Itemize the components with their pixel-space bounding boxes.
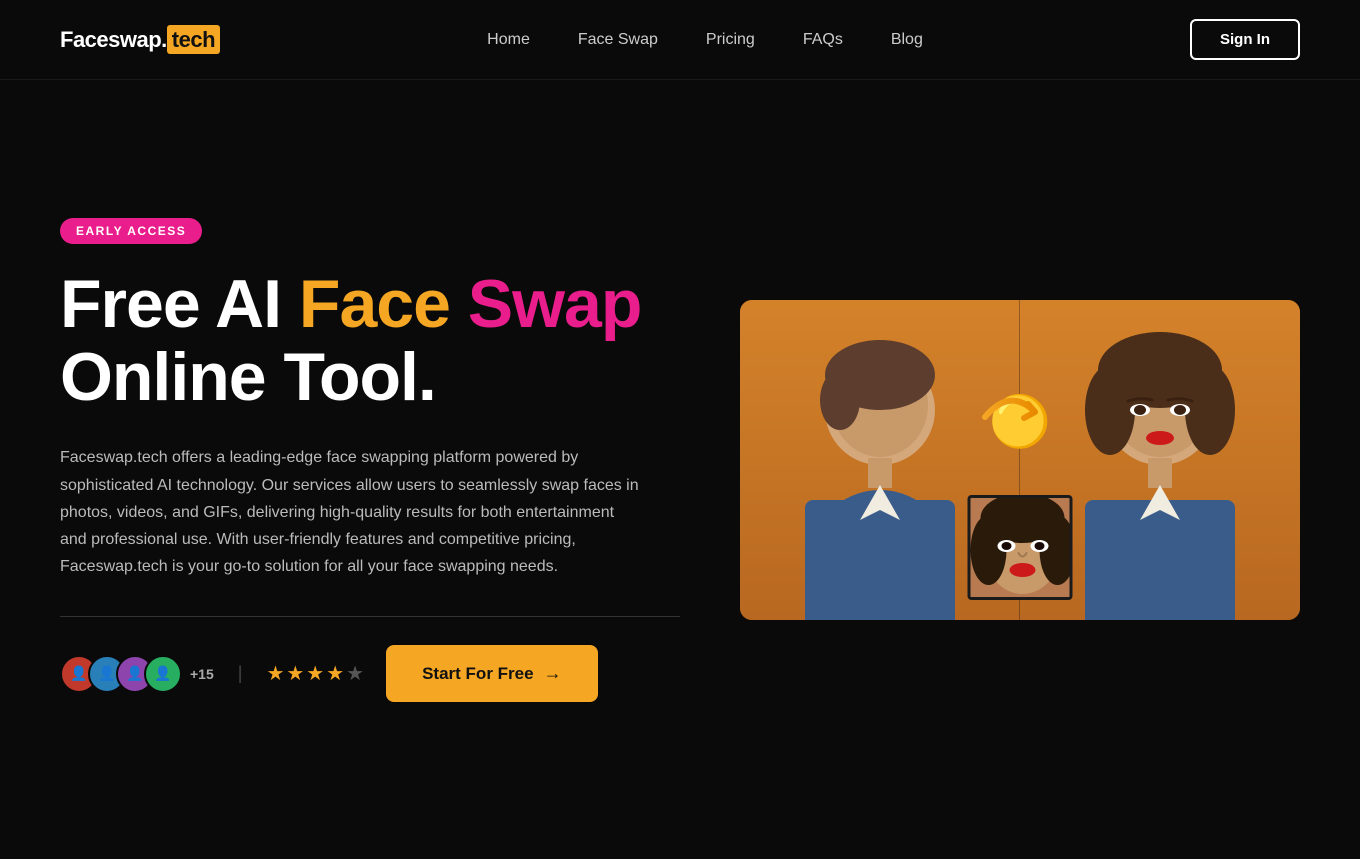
hero-title-face: Face <box>299 266 468 342</box>
cta-divider: | <box>238 663 243 684</box>
hero-title-part1: Free AI <box>60 266 299 342</box>
nav-home[interactable]: Home <box>487 31 530 48</box>
user-avatars: 👤 👤 👤 👤 +15 <box>60 655 214 693</box>
hero-image-area: 🟡 <box>720 300 1300 620</box>
user-count: +15 <box>190 666 214 682</box>
nav-faceswap[interactable]: Face Swap <box>578 31 658 48</box>
nav-pricing[interactable]: Pricing <box>706 31 755 48</box>
arrow-icon: → <box>544 663 562 684</box>
nav-links: Home Face Swap Pricing FAQs Blog <box>487 31 923 49</box>
hero-description: Faceswap.tech offers a leading-edge face… <box>60 444 640 580</box>
source-face-overlay <box>968 495 1073 600</box>
hero-title: Free AI Face Swap Online Tool. <box>60 268 680 415</box>
hero-content: EARLY ACCESS Free AI Face Swap Online To… <box>60 218 680 703</box>
start-free-button[interactable]: Start For Free → <box>386 645 597 702</box>
hero-title-line2: Online Tool. <box>60 339 436 415</box>
hero-section: EARLY ACCESS Free AI Face Swap Online To… <box>0 80 1360 840</box>
avatar-4: 👤 <box>144 655 182 693</box>
logo[interactable]: Faceswap.tech <box>60 27 220 53</box>
hero-cta-row: 👤 👤 👤 👤 +15 | ★★★★★ Start For Free → <box>60 645 680 702</box>
hero-title-swap: Swap <box>468 266 642 342</box>
star-rating: ★★★★★ <box>266 661 366 686</box>
hero-divider <box>60 616 680 617</box>
early-access-badge: EARLY ACCESS <box>60 218 202 244</box>
nav-faqs[interactable]: FAQs <box>803 31 843 48</box>
navbar: Faceswap.tech Home Face Swap Pricing FAQ… <box>0 0 1360 80</box>
signin-button[interactable]: Sign In <box>1190 19 1300 60</box>
logo-tech: tech <box>167 25 220 54</box>
faceswap-demo-image: 🟡 <box>740 300 1300 620</box>
nav-blog[interactable]: Blog <box>891 31 923 48</box>
start-free-label: Start For Free <box>422 664 533 684</box>
